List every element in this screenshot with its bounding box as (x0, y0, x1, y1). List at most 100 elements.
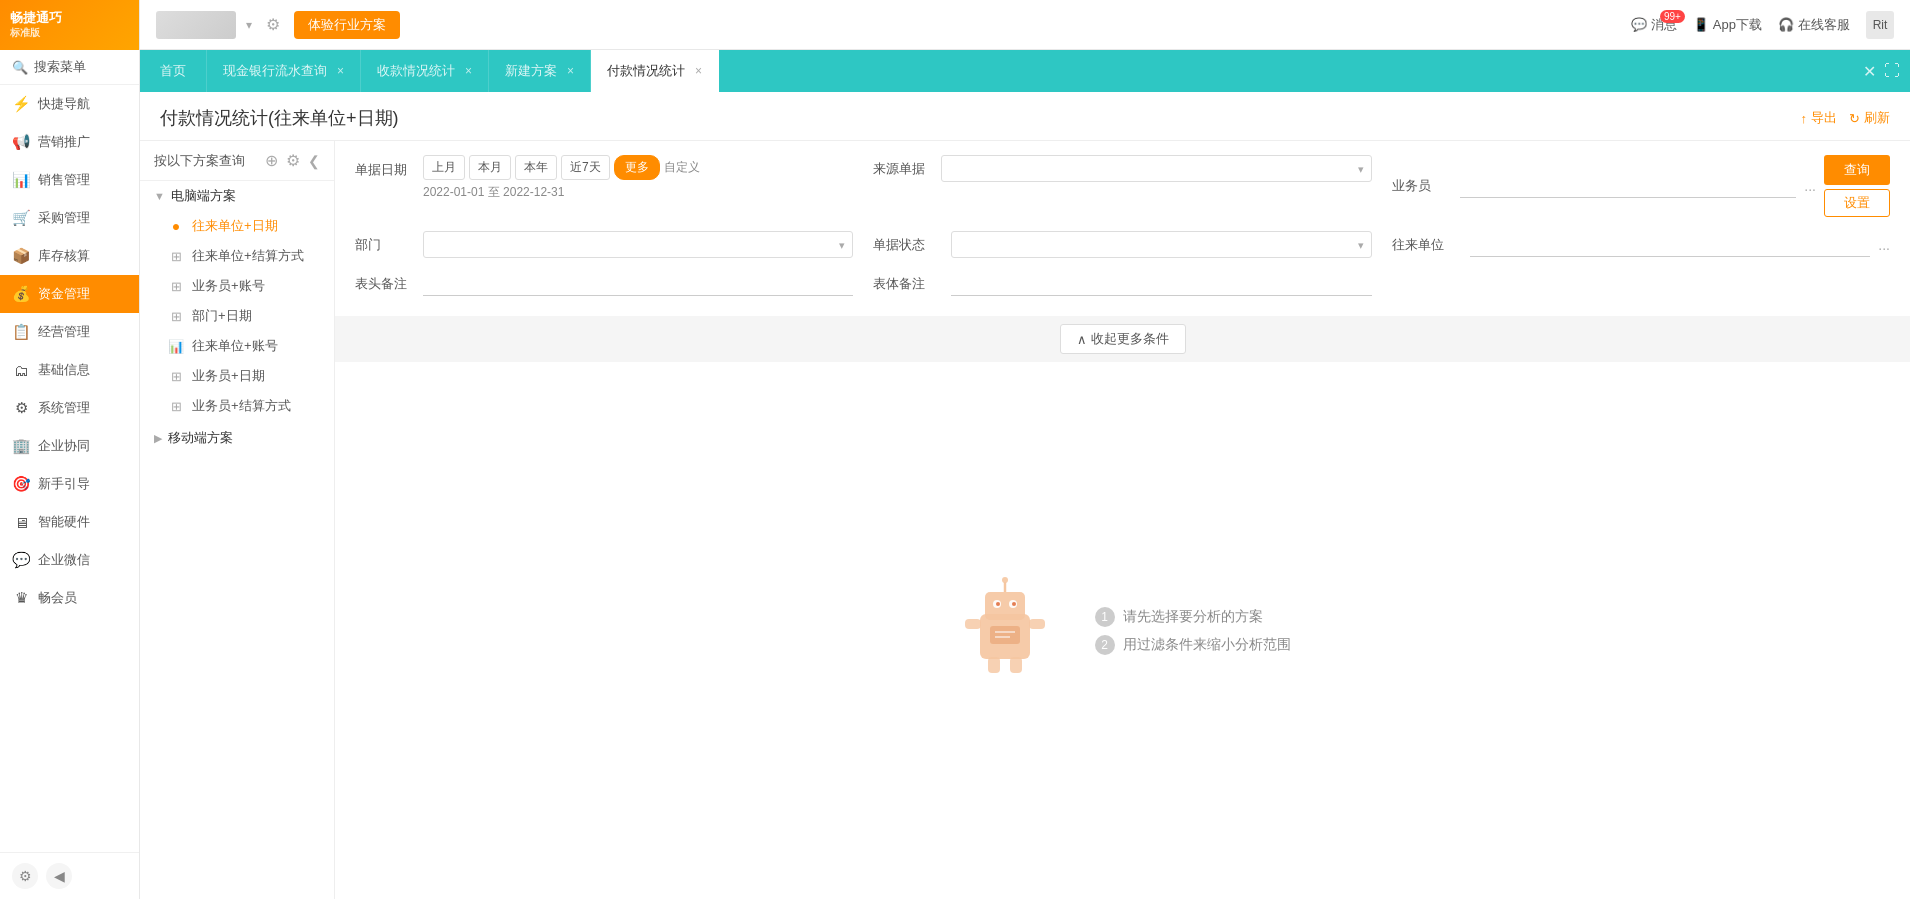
query-btn[interactable]: 查询 (1824, 155, 1890, 185)
scheme-sidebar: 按以下方案查询 ⊕ ⚙ ❮ ▼ 电脑端方案 ● 往来单位+日期 (140, 141, 335, 899)
sidebar: 畅捷通巧 标准版 🔍 搜索菜单 ⚡ 快捷导航 📢 营销推广 📊 销售管理 🛒 采… (0, 0, 140, 899)
sidebar-item-label: 系统管理 (38, 399, 90, 417)
vip-icon: ♛ (12, 589, 30, 607)
scheme-group-pc-header[interactable]: ▼ 电脑端方案 (140, 181, 334, 211)
sidebar-item-finance[interactable]: 💰 资金管理 (0, 275, 139, 313)
wechat-icon: 💬 (12, 551, 30, 569)
body-note-input[interactable] (951, 272, 1371, 295)
tab-close-all-btn[interactable]: ✕ (1863, 62, 1876, 81)
system-icon: ⚙ (12, 399, 30, 417)
date-btn-this-month[interactable]: 本月 (469, 155, 511, 180)
svg-rect-10 (988, 657, 1000, 673)
sidebar-nav: ⚡ 快捷导航 📢 营销推广 📊 销售管理 🛒 采购管理 📦 库存核算 💰 资金管… (0, 85, 139, 852)
export-icon: ↑ (1801, 111, 1808, 126)
sidebar-item-system[interactable]: ⚙ 系统管理 (0, 389, 139, 427)
sidebar-item-label: 采购管理 (38, 209, 90, 227)
tab-new-scheme[interactable]: 新建方案 × (489, 50, 591, 92)
tab-home[interactable]: 首页 (140, 50, 207, 92)
trial-btn[interactable]: 体验行业方案 (294, 11, 400, 39)
tab-receivable-close[interactable]: × (465, 64, 472, 78)
sidebar-item-label: 营销推广 (38, 133, 90, 151)
top-header: ▾ ⚙ 体验行业方案 💬 消息 99+ 📱 App下载 🎧 在线客服 Rit (140, 0, 1910, 50)
dept-select[interactable] (423, 231, 853, 258)
sidebar-item-vip[interactable]: ♛ 畅会员 (0, 579, 139, 617)
tab-new-scheme-close[interactable]: × (567, 64, 574, 78)
collapse-btn[interactable]: ∧ 收起更多条件 (1060, 324, 1186, 354)
scheme-item-partner-account[interactable]: 📊 往来单位+账号 (140, 331, 334, 361)
scheme-item-partner-settlement[interactable]: ⊞ 往来单位+结算方式 (140, 241, 334, 271)
sidebar-item-newbie[interactable]: 🎯 新手引导 (0, 465, 139, 503)
online-service-btn[interactable]: 🎧 在线客服 (1778, 16, 1850, 34)
staff-input[interactable] (1460, 174, 1797, 197)
basic-icon: 🗂 (12, 361, 30, 379)
staff-more-btn[interactable]: ... (1804, 178, 1816, 194)
tab-bank-flow-close[interactable]: × (337, 64, 344, 78)
svg-rect-9 (1029, 619, 1045, 629)
notification-badge: 99+ (1660, 10, 1685, 23)
tab-home-label: 首页 (160, 62, 186, 80)
notification-btn[interactable]: 💬 消息 99+ (1631, 16, 1677, 34)
empty-tips: 1 请先选择要分析的方案 2 用过滤条件来缩小分析范围 (1095, 607, 1291, 655)
scheme-collapse-btn[interactable]: ❮ (308, 153, 320, 169)
sidebar-item-quick-nav[interactable]: ⚡ 快捷导航 (0, 85, 139, 123)
sidebar-item-sales[interactable]: 📊 销售管理 (0, 161, 139, 199)
tab-payment-stat-label: 付款情况统计 (607, 62, 685, 80)
sidebar-item-company[interactable]: 🏢 企业协同 (0, 427, 139, 465)
empty-tip-1: 1 请先选择要分析的方案 (1095, 607, 1291, 627)
add-scheme-btn[interactable]: ⊕ (265, 151, 278, 170)
user-dropdown-arrow[interactable]: ▾ (246, 18, 252, 32)
scheme-item-staff-date[interactable]: ⊞ 业务员+日期 (140, 361, 334, 391)
tab-bank-flow[interactable]: 现金银行流水查询 × (207, 50, 361, 92)
partner-input[interactable] (1470, 233, 1871, 256)
sidebar-item-inventory[interactable]: 📦 库存核算 (0, 237, 139, 275)
svg-rect-11 (1010, 657, 1022, 673)
purchase-icon: 🛒 (12, 209, 30, 227)
svg-point-5 (1012, 602, 1016, 606)
head-note-input[interactable] (423, 272, 853, 295)
scheme-query-label: 按以下方案查询 (154, 152, 245, 170)
app-download-btn[interactable]: 📱 App下载 (1693, 16, 1762, 34)
partner-more-btn[interactable]: ... (1878, 237, 1890, 253)
scheme-group-mobile-header[interactable]: ▶ 移动端方案 (140, 423, 334, 453)
settings-filter-btn[interactable]: 设置 (1824, 189, 1890, 217)
source-select[interactable] (941, 155, 1371, 182)
tip-num-1: 1 (1095, 607, 1115, 627)
scheme-item-partner-date[interactable]: ● 往来单位+日期 (140, 211, 334, 241)
scheme-item-staff-settlement[interactable]: ⊞ 业务员+结算方式 (140, 391, 334, 421)
tab-payment-stat-close[interactable]: × (695, 64, 702, 78)
sidebar-footer: ⚙ ◀ (0, 852, 139, 899)
user-info (156, 11, 236, 39)
user-avatar-small (156, 11, 236, 39)
sidebar-settings-btn[interactable]: ⚙ (12, 863, 38, 889)
app-download-label: App下载 (1713, 16, 1762, 34)
tab-payment-stat[interactable]: 付款情况统计 × (591, 50, 719, 92)
date-btn-7days[interactable]: 近7天 (561, 155, 610, 180)
bill-status-select[interactable] (951, 231, 1371, 258)
sidebar-collapse-btn[interactable]: ◀ (46, 863, 72, 889)
sidebar-item-marketing[interactable]: 📢 营销推广 (0, 123, 139, 161)
main-content: ▾ ⚙ 体验行业方案 💬 消息 99+ 📱 App下载 🎧 在线客服 Rit (140, 0, 1910, 899)
date-btn-last-month[interactable]: 上月 (423, 155, 465, 180)
scheme-settings-btn[interactable]: ⚙ (286, 151, 300, 170)
filter-section: 单据日期 上月 本月 本年 近7天 更多 自定义 20 (335, 141, 1910, 316)
page-header-actions: ↑ 导出 ↻ 刷新 (1801, 109, 1891, 137)
tab-expand-btn[interactable]: ⛶ (1884, 62, 1900, 80)
scheme-grid-icon-1: ⊞ (168, 248, 184, 264)
user-avatar[interactable]: Rit (1866, 11, 1894, 39)
sidebar-item-business[interactable]: 📋 经营管理 (0, 313, 139, 351)
date-btn-more[interactable]: 更多 (614, 155, 660, 180)
search-menu[interactable]: 🔍 搜索菜单 (0, 50, 139, 85)
sidebar-item-label: 销售管理 (38, 171, 90, 189)
collapse-row: ∧ 收起更多条件 (335, 316, 1910, 362)
scheme-item-staff-account[interactable]: ⊞ 业务员+账号 (140, 271, 334, 301)
sidebar-item-basic[interactable]: 🗂 基础信息 (0, 351, 139, 389)
tab-receivable[interactable]: 收款情况统计 × (361, 50, 489, 92)
sidebar-item-wechat[interactable]: 💬 企业微信 (0, 541, 139, 579)
sidebar-item-hardware[interactable]: 🖥 智能硬件 (0, 503, 139, 541)
scheme-item-dept-date[interactable]: ⊞ 部门+日期 (140, 301, 334, 331)
date-btn-this-year[interactable]: 本年 (515, 155, 557, 180)
export-btn[interactable]: ↑ 导出 (1801, 109, 1838, 127)
sidebar-item-purchase[interactable]: 🛒 采购管理 (0, 199, 139, 237)
settings-gear-icon[interactable]: ⚙ (266, 15, 280, 34)
refresh-btn[interactable]: ↻ 刷新 (1849, 109, 1890, 127)
